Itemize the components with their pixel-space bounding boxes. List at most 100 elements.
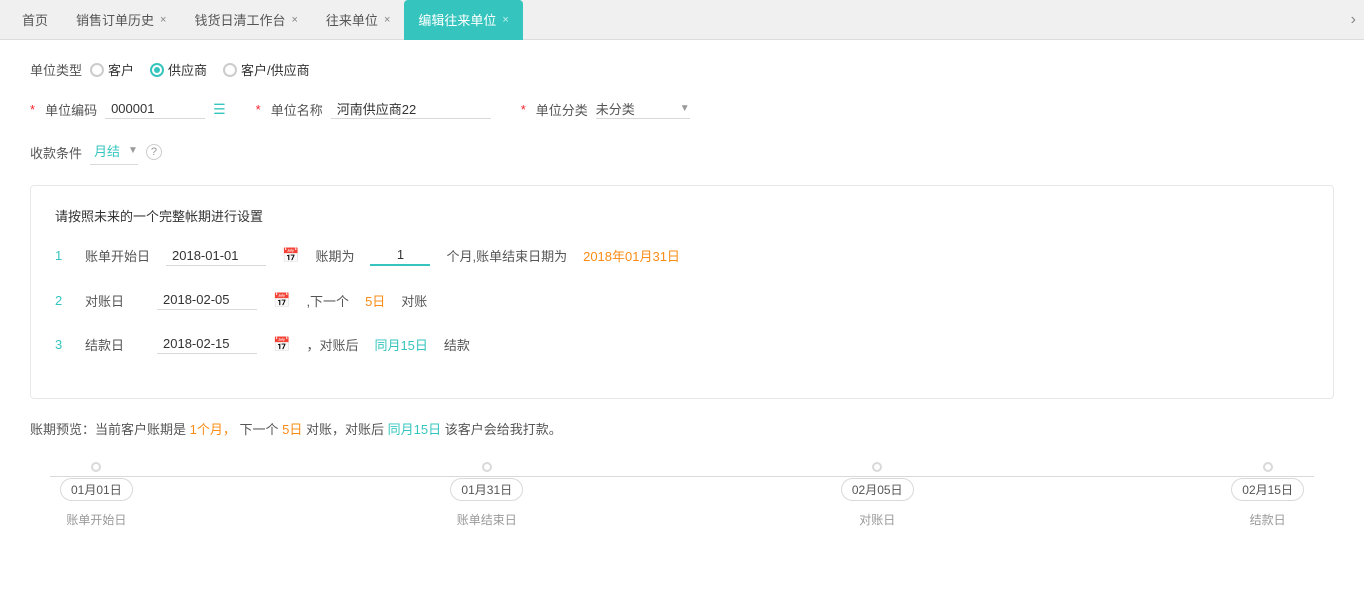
settlement-row-2: 2 对账日 📅 ,下一个 5日 对账 <box>55 290 1309 310</box>
timeline-dot-0 <box>91 462 101 472</box>
radio-customer[interactable]: 客户 <box>90 60 134 79</box>
tab-cash-daily[interactable]: 钱货日清工作台 × <box>180 0 311 40</box>
tab-sales-history[interactable]: 销售订单历史 × <box>62 0 180 40</box>
help-icon[interactable]: ? <box>146 144 162 160</box>
timeline-badge-2: 02月05日 <box>841 478 914 501</box>
radio-supplier[interactable]: 供应商 <box>150 60 207 79</box>
radio-customer-supplier-label: 客户/供应商 <box>241 60 310 79</box>
settlement-section: 请按照未来的一个完整帐期进行设置 1 账单开始日 📅 账期为 个月,账单结束日期… <box>30 185 1334 399</box>
tabs-bar: 首页 销售订单历史 × 钱货日清工作台 × 往来单位 × 编辑往来单位 × › <box>0 0 1364 40</box>
unit-type-row: 单位类型 客户 供应商 客户/供应商 <box>30 60 1334 79</box>
tab-edit-partner-label: 编辑往来单位 <box>418 10 496 29</box>
unit-name-field: * 单位名称 <box>256 99 491 119</box>
settlement-row-1: 1 账单开始日 📅 账期为 个月,账单结束日期为 2018年01月31日 <box>55 245 1309 266</box>
preview-text1: 下一个 <box>240 422 279 437</box>
radio-customer-supplier-circle <box>223 63 237 77</box>
preview-suffix: 该客户会给我打款。 <box>445 422 562 437</box>
tabs-scroll-arrow[interactable]: › <box>1351 11 1356 29</box>
timeline-item-2: 02月05日 对账日 <box>841 462 914 528</box>
tab-cash-daily-close[interactable]: × <box>291 14 297 26</box>
row-2-calendar-icon[interactable]: 📅 <box>273 292 290 309</box>
unit-code-icon[interactable]: ☰ <box>213 101 226 118</box>
radio-supplier-label: 供应商 <box>168 60 207 79</box>
unit-code-field: * 单位编码 ☰ <box>30 99 226 119</box>
timeline-sub-0: 账单开始日 <box>66 511 126 528</box>
timeline-item-1: 01月31日 账单结束日 <box>450 462 523 528</box>
row-2-highlight: 5日 <box>365 291 385 310</box>
payment-terms-arrow: ▼ <box>128 145 138 156</box>
unit-code-star: * <box>30 102 35 117</box>
row-2-num: 2 <box>55 293 69 308</box>
preview-prefix: 账期预览：当前客户账期是 <box>30 422 186 437</box>
radio-customer-label: 客户 <box>108 60 134 79</box>
radio-customer-supplier[interactable]: 客户/供应商 <box>223 60 310 79</box>
section-title: 请按照未来的一个完整帐期进行设置 <box>55 206 1309 225</box>
row-1-num: 1 <box>55 248 69 263</box>
unit-code-input[interactable] <box>105 99 205 119</box>
timeline-dot-3 <box>1263 462 1273 472</box>
unit-type-label: 单位类型 <box>30 60 82 79</box>
timeline-badge-0: 01月01日 <box>60 478 133 501</box>
timeline-sub-3: 结款日 <box>1250 511 1286 528</box>
row-1-desc-before: 账期为 <box>315 246 354 265</box>
unit-category-star: * <box>521 102 526 117</box>
row-3-highlight: 同月15日 <box>374 335 427 354</box>
preview-section: 账期预览：当前客户账期是 1个月， 下一个 5日 对账，对账后 同月15日 该客… <box>30 419 1334 438</box>
main-content: 单位类型 客户 供应商 客户/供应商 * 单位编码 <box>0 40 1364 608</box>
unit-type-radio-group: 客户 供应商 客户/供应商 <box>90 60 310 79</box>
unit-category-dropdown[interactable]: 未分类 ▼ <box>596 99 690 119</box>
row-3-desc-prefix: ，对账后 <box>306 335 358 354</box>
timeline-sub-2: 对账日 <box>859 511 895 528</box>
unit-category-label: 单位分类 <box>536 100 588 119</box>
preview-highlight3: 同月15日 <box>388 422 441 437</box>
timeline-items: 01月01日 账单开始日 01月31日 账单结束日 02月05日 对账日 02月… <box>60 462 1304 528</box>
timeline-badge-1: 01月31日 <box>450 478 523 501</box>
radio-customer-circle <box>90 63 104 77</box>
row-1-end-date: 2018年01月31日 <box>583 246 680 265</box>
timeline-dot-2 <box>872 462 882 472</box>
payment-terms-field: 收款条件 月结 ▼ ? <box>30 139 162 165</box>
tab-sales-history-label: 销售订单历史 <box>76 10 154 29</box>
timeline-item-3: 02月15日 结款日 <box>1231 462 1304 528</box>
timeline-badge-3: 02月15日 <box>1231 478 1304 501</box>
settlement-row-3: 3 结款日 📅 ，对账后 同月15日 结款 <box>55 334 1309 354</box>
payment-terms-dropdown[interactable]: 月结 ▼ <box>90 139 138 165</box>
row-2-date-input[interactable] <box>157 290 257 310</box>
payment-terms-label: 收款条件 <box>30 143 82 162</box>
tab-partner[interactable]: 往来单位 × <box>312 0 404 40</box>
row-3-label: 结款日 <box>85 335 141 354</box>
code-name-row: * 单位编码 ☰ * 单位名称 * 单位分类 未分类 ▼ <box>30 99 1334 119</box>
tab-sales-history-close[interactable]: × <box>160 14 166 26</box>
unit-type-field: 单位类型 客户 供应商 客户/供应商 <box>30 60 310 79</box>
unit-name-input[interactable] <box>331 99 491 119</box>
tab-home-label: 首页 <box>22 10 48 29</box>
tab-edit-partner-close[interactable]: × <box>502 14 508 26</box>
tab-home[interactable]: 首页 <box>8 0 62 40</box>
timeline-item-0: 01月01日 账单开始日 <box>60 462 133 528</box>
row-3-desc-suffix: 结款 <box>444 335 470 354</box>
radio-supplier-circle <box>150 63 164 77</box>
timeline-container: 01月01日 账单开始日 01月31日 账单结束日 02月05日 对账日 02月… <box>30 462 1334 528</box>
payment-terms-value: 月结 <box>90 139 124 162</box>
period-months-input[interactable] <box>370 245 430 266</box>
row-2-label: 对账日 <box>85 291 141 310</box>
unit-category-field: * 单位分类 未分类 ▼ <box>521 99 690 119</box>
tab-partner-close[interactable]: × <box>384 14 390 26</box>
row-1-calendar-icon[interactable]: 📅 <box>282 247 299 264</box>
row-1-desc-after: 个月,账单结束日期为 <box>446 246 567 265</box>
unit-name-star: * <box>256 102 261 117</box>
payment-terms-row: 收款条件 月结 ▼ ? <box>30 139 1334 165</box>
row-2-desc-suffix: 对账 <box>401 291 427 310</box>
row-3-date-input[interactable] <box>157 334 257 354</box>
tab-edit-partner[interactable]: 编辑往来单位 × <box>404 0 522 40</box>
row-3-calendar-icon[interactable]: 📅 <box>273 336 290 353</box>
unit-category-value: 未分类 <box>596 99 676 118</box>
unit-name-label: 单位名称 <box>271 100 323 119</box>
timeline-sub-1: 账单结束日 <box>457 511 517 528</box>
preview-text2: 对账，对账后 <box>306 422 384 437</box>
row-1-date-input[interactable] <box>166 246 266 266</box>
unit-code-label: 单位编码 <box>45 100 97 119</box>
timeline-dot-1 <box>482 462 492 472</box>
tab-partner-label: 往来单位 <box>326 10 378 29</box>
tab-cash-daily-label: 钱货日清工作台 <box>194 10 285 29</box>
